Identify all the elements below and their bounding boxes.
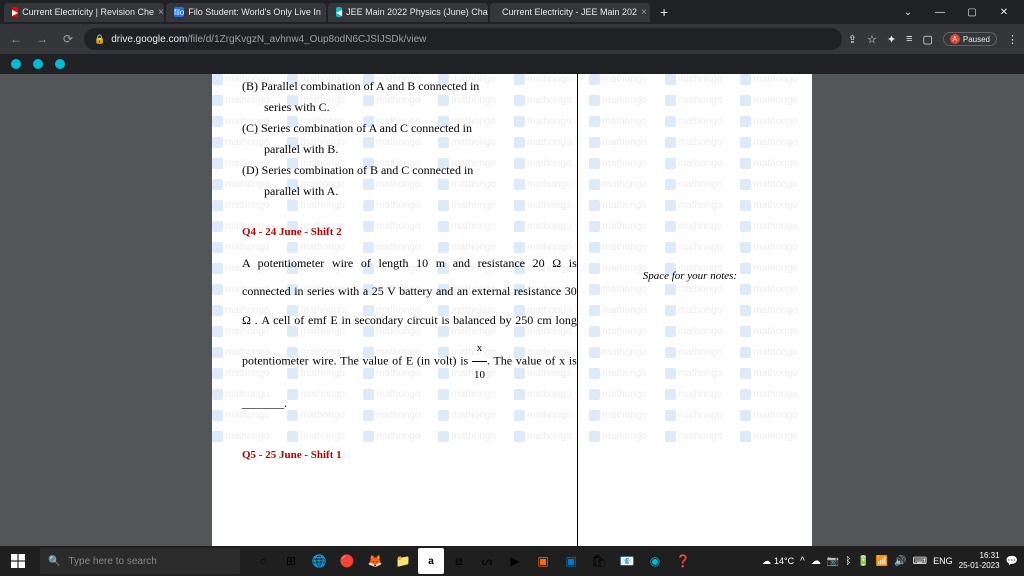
tab-title: JEE Main 2022 Physics (June) Cha — [346, 7, 488, 17]
fraction: x 10 — [472, 335, 487, 389]
weather-icon: ☁ — [762, 556, 771, 567]
date: 25-01-2023 — [959, 561, 1000, 571]
app-icon-8[interactable]: ❓ — [670, 548, 696, 574]
app-icon-4[interactable]: ▣ — [558, 548, 584, 574]
chevron-up-icon[interactable]: ^ — [800, 556, 805, 567]
reading-list-icon[interactable]: ≡ — [906, 33, 912, 45]
document-viewer[interactable]: document.write(Array(18).fill('<div clas… — [0, 74, 1024, 546]
taskbar-search[interactable]: 🔍 Type here to search — [40, 548, 240, 574]
bookmark-icon-1[interactable] — [10, 58, 22, 70]
close-icon[interactable]: × — [325, 7, 326, 18]
app-icon-1[interactable]: ᔕ — [474, 548, 500, 574]
side-panel-icon[interactable]: ▢ — [922, 33, 932, 46]
forward-button[interactable]: → — [32, 32, 52, 46]
window-controls: ⌄ — ▢ ✕ — [892, 0, 1020, 24]
document-page: document.write(Array(18).fill('<div clas… — [212, 74, 812, 546]
tab-title: Filo Student: World's Only Live In — [188, 7, 321, 17]
close-icon[interactable]: × — [641, 7, 647, 18]
option-b-line2: series with C. — [264, 98, 577, 116]
explorer-icon[interactable]: 📁 — [390, 548, 416, 574]
tab-3[interactable]: Current Electricity - JEE Main 202 × — [490, 3, 650, 22]
close-button[interactable]: ✕ — [988, 0, 1020, 24]
tab-1[interactable]: filo Filo Student: World's Only Live In … — [166, 3, 326, 22]
keyboard-icon[interactable]: ⌨ — [913, 556, 927, 567]
windows-icon — [11, 554, 25, 568]
q4-body: A potentiometer wire of length 10 m and … — [242, 249, 577, 418]
new-tab-button[interactable]: + — [652, 4, 676, 20]
tab-2[interactable]: ◀ JEE Main 2022 Physics (June) Cha × — [328, 3, 488, 22]
firefox-icon[interactable]: 🦊 — [362, 548, 388, 574]
paused-label: Paused — [963, 35, 990, 44]
star-icon[interactable]: ☆ — [867, 33, 877, 46]
address-bar: ← → ⟳ 🔒 drive.google.com/file/d/1ZrgKvgz… — [0, 24, 1024, 54]
bluetooth-icon[interactable]: ᛒ — [845, 556, 851, 567]
bookmark-icon-3[interactable] — [54, 58, 66, 70]
cortana-icon[interactable]: ○ — [250, 548, 276, 574]
app-icon-2[interactable]: ▶ — [502, 548, 528, 574]
battery-icon[interactable]: 🔋 — [857, 556, 869, 567]
volume-icon[interactable]: 🔊 — [894, 556, 906, 567]
chevron-down-icon[interactable]: ⌄ — [892, 0, 924, 24]
bookmark-icon-2[interactable] — [32, 58, 44, 70]
taskbar-apps: ○ ⊞ 🌐 🔴 🦊 📁 a ⧈ ᔕ ▶ ▣ ▣ 🛍 📧 ◉ ❓ — [250, 548, 696, 574]
app-icon-5[interactable]: 🛍 — [586, 548, 612, 574]
tab-title: Current Electricity | Revision Che — [22, 7, 154, 17]
edge-icon[interactable]: 🌐 — [306, 548, 332, 574]
app-icon: ◀ — [336, 7, 342, 17]
search-icon: 🔍 — [48, 556, 60, 567]
reload-button[interactable]: ⟳ — [58, 32, 78, 46]
app-icon-6[interactable]: 📧 — [614, 548, 640, 574]
option-b-line1: (B) Parallel combination of A and B conn… — [242, 77, 577, 95]
minimize-button[interactable]: — — [924, 0, 956, 24]
profile-avatar: A — [950, 34, 960, 44]
option-c-line1: (C) Series combination of A and C connec… — [264, 119, 577, 137]
notes-label: Space for your notes: — [598, 270, 782, 282]
tab-0[interactable]: ▶ Current Electricity | Revision Che × — [4, 3, 164, 22]
url-input[interactable]: 🔒 drive.google.com/file/d/1ZrgKvgzN_avhn… — [84, 28, 842, 50]
tab-title: Current Electricity - JEE Main 202 — [502, 7, 637, 17]
q5-label: Q5 - 25 June - Shift 1 — [242, 447, 577, 464]
youtube-icon: ▶ — [12, 7, 18, 17]
system-tray: ☁ 14°C ^ ☁ 📷 ᛒ 🔋 📶 🔊 ⌨ ENG 16:31 25-01-2… — [762, 551, 1024, 570]
temperature: 14°C — [774, 556, 794, 566]
time: 16:31 — [959, 551, 1000, 561]
menu-icon[interactable]: ⋮ — [1007, 33, 1018, 46]
app-icon-3[interactable]: ▣ — [530, 548, 556, 574]
search-placeholder: Type here to search — [68, 556, 156, 567]
start-button[interactable] — [0, 546, 36, 576]
windows-taskbar: 🔍 Type here to search ○ ⊞ 🌐 🔴 🦊 📁 a ⧈ ᔕ … — [0, 546, 1024, 576]
filo-icon: filo — [174, 7, 184, 17]
meet-now-icon[interactable]: 📷 — [827, 556, 839, 567]
language-indicator[interactable]: ENG — [933, 556, 953, 566]
option-d-line1: (D) Series combination of B and C connec… — [264, 161, 577, 179]
question-column: (B) Parallel combination of A and B conn… — [242, 74, 577, 546]
notifications-icon[interactable]: 💬 — [1006, 556, 1018, 567]
option-d-line2: parallel with A. — [264, 182, 577, 200]
amazon-icon[interactable]: a — [418, 548, 444, 574]
clock[interactable]: 16:31 25-01-2023 — [959, 551, 1000, 570]
extensions-icon[interactable]: ✦ — [887, 33, 896, 46]
q4-label: Q4 - 24 June - Shift 2 — [242, 224, 577, 241]
browser-tab-bar: ▶ Current Electricity | Revision Che × f… — [0, 0, 1024, 24]
profile-paused-badge[interactable]: A Paused — [943, 32, 997, 46]
option-c-line2: parallel with B. — [264, 140, 577, 158]
task-view-icon[interactable]: ⊞ — [278, 548, 304, 574]
app-icon-7[interactable]: ◉ — [642, 548, 668, 574]
close-icon[interactable]: × — [158, 7, 164, 18]
share-icon[interactable]: ⇪ — [848, 33, 857, 46]
wifi-icon[interactable]: 📶 — [876, 556, 888, 567]
onedrive-icon[interactable]: ☁ — [811, 556, 821, 567]
address-bar-actions: ⇪ ☆ ✦ ≡ ▢ A Paused ⋮ — [848, 32, 1018, 46]
back-button[interactable]: ← — [6, 32, 26, 46]
notes-column: Space for your notes: — [577, 74, 782, 546]
bookmarks-bar — [0, 54, 1024, 74]
lock-icon: 🔒 — [94, 34, 105, 45]
url-text: drive.google.com/file/d/1ZrgKvgzN_avhnw4… — [111, 34, 426, 45]
dropbox-icon[interactable]: ⧈ — [446, 548, 472, 574]
chrome-icon[interactable]: 🔴 — [334, 548, 360, 574]
weather-widget[interactable]: ☁ 14°C — [762, 556, 794, 567]
maximize-button[interactable]: ▢ — [956, 0, 988, 24]
